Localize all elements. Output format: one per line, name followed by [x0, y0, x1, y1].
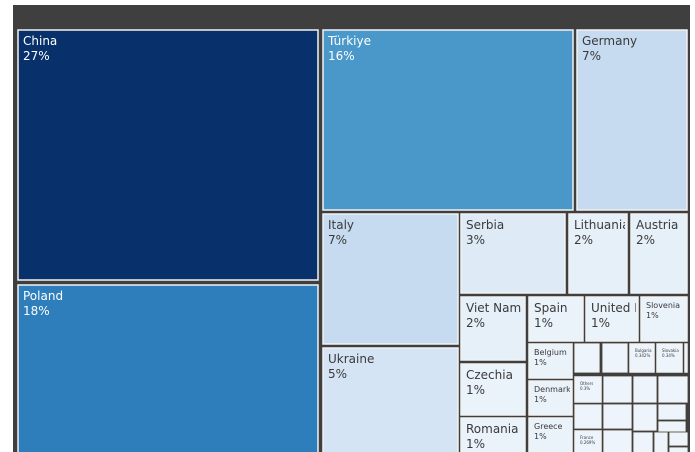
tile-denmark[interactable] [528, 380, 573, 416]
tile-serbia[interactable] [460, 213, 566, 294]
tile-sweden[interactable] [684, 343, 688, 373]
tile-minor-9[interactable] [658, 404, 686, 420]
tile-minor-14[interactable] [669, 432, 688, 446]
treemap-chart [17, 29, 688, 452]
tile-minor-1[interactable] [574, 343, 600, 373]
tile-minor-13[interactable] [654, 432, 668, 452]
tile-viet-nam[interactable] [460, 296, 526, 361]
tile-others[interactable] [574, 376, 602, 403]
tile-united-kingdom[interactable] [585, 296, 639, 342]
tile-france[interactable] [574, 430, 602, 452]
tile-slovenia[interactable] [640, 296, 688, 342]
treemap-frame: China 27% Poland 18% Türkiye 16% Germany 7% Ital… [13, 5, 690, 452]
tile-slovakia[interactable] [656, 343, 683, 373]
tile-spain[interactable] [528, 296, 584, 342]
tile-minor-10[interactable] [658, 421, 686, 432]
tile-minor-5[interactable] [658, 376, 688, 403]
tile-greece[interactable] [528, 417, 573, 452]
tile-china[interactable] [17, 29, 319, 281]
tile-minor-7[interactable] [603, 404, 632, 429]
tile-minor-11[interactable] [633, 432, 653, 452]
tile-minor-4[interactable] [633, 376, 657, 403]
tile-germany[interactable] [576, 29, 688, 211]
tile-czechia[interactable] [460, 363, 526, 416]
tile-belgium[interactable] [528, 343, 573, 379]
tile-minor-6[interactable] [574, 404, 602, 429]
tile-minor-8[interactable] [633, 404, 657, 431]
tile-minor-12[interactable] [603, 430, 632, 452]
tile-minor-3[interactable] [603, 376, 632, 403]
tile-ukraine[interactable] [322, 347, 459, 452]
tile-lithuania[interactable] [568, 213, 628, 294]
tile-bulgaria[interactable] [629, 343, 655, 373]
tile-austria[interactable] [630, 213, 688, 294]
tile-minor-2[interactable] [602, 343, 628, 373]
tile-poland[interactable] [17, 284, 319, 452]
tile-romania[interactable] [460, 417, 526, 452]
tile-minor-15[interactable] [669, 447, 688, 452]
tile-t-rkiye[interactable] [322, 29, 574, 211]
tile-italy[interactable] [322, 213, 459, 345]
